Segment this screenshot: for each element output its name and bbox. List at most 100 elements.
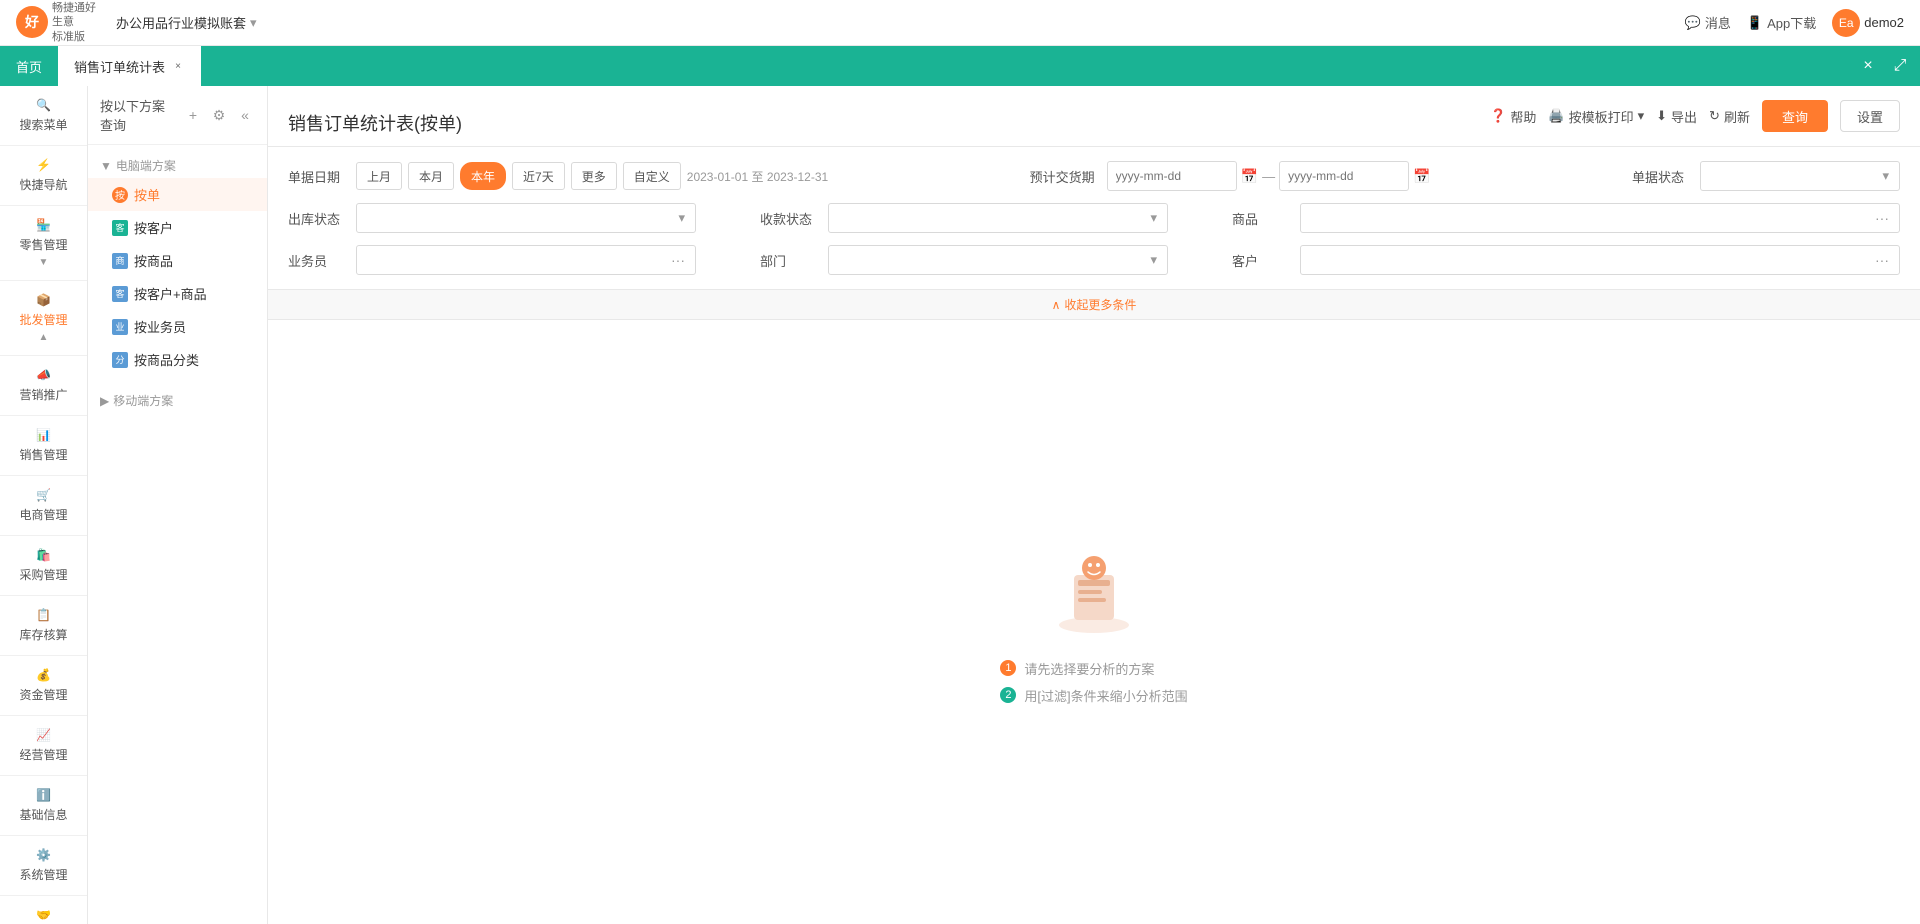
date-separator: — <box>1262 169 1275 184</box>
status-filter-label: 单据状态 <box>1632 167 1688 186</box>
app-download-btn[interactable]: 📱 App下载 <box>1747 13 1816 32</box>
date-btn-this-year[interactable]: 本年 <box>460 162 506 190</box>
customer-select[interactable]: ··· <box>1300 245 1900 275</box>
date-btn-last-month[interactable]: 上月 <box>356 162 402 190</box>
tree-mobile-arrow-icon: ▶ <box>100 394 109 408</box>
tree-section-pc: ▼ 电脑端方案 按 按单 客 按客户 商 按商品 客 按客户+商品 业 按业务员 <box>88 145 267 384</box>
help-icon: ❓ <box>1490 108 1506 124</box>
status-select[interactable]: ▾ <box>1700 161 1900 191</box>
filter-area: 单据日期 上月 本月 本年 近7天 更多 自定义 2023-01-01 至 20… <box>268 147 1920 290</box>
tree-icon-customer-goods: 客 <box>112 286 128 302</box>
salesman-select[interactable]: ··· <box>356 245 696 275</box>
breadcrumb-arrow-icon: ▾ <box>250 15 257 31</box>
sidebar-item-search[interactable]: 🔍 搜索菜单 <box>0 86 87 146</box>
tree-icon-order: 按 <box>112 187 128 203</box>
calendar-from-icon: 📅 <box>1241 168 1258 185</box>
tip-2-num: 2 <box>1000 687 1016 703</box>
ship-select-arrow: ▾ <box>678 210 685 226</box>
sidebar-item-nav[interactable]: ⚡ 快捷导航 <box>0 146 87 206</box>
export-btn[interactable]: ⬇ 导出 <box>1656 107 1697 126</box>
date-btn-custom[interactable]: 自定义 <box>623 162 681 190</box>
message-btn[interactable]: 💬 消息 <box>1685 13 1731 32</box>
date-btn-more[interactable]: 更多 <box>571 162 617 190</box>
panel-add-btn[interactable]: + <box>183 105 203 125</box>
query-button[interactable]: 查询 <box>1762 100 1828 132</box>
goods-label: 商品 <box>1232 209 1288 228</box>
left-panel-actions: + ⚙ « <box>183 105 255 125</box>
breadcrumb-area[interactable]: 办公用品行业模拟账套 ▾ <box>104 13 1685 32</box>
tree-group-mobile-label[interactable]: ▶ 移动端方案 <box>88 388 267 413</box>
goods-select[interactable]: ··· <box>1300 203 1900 233</box>
refresh-btn[interactable]: ↻ 刷新 <box>1709 107 1750 126</box>
tab-close-btn[interactable]: × <box>171 59 185 73</box>
sidebar-item-inventory[interactable]: 📋 库存核算 <box>0 596 87 656</box>
sidebar-item-finance[interactable]: 💰 资金管理 <box>0 656 87 716</box>
expected-date-label: 预计交货期 <box>1030 167 1095 186</box>
tree-item-by-goods-cat[interactable]: 分 按商品分类 <box>88 343 267 376</box>
date-btn-7days[interactable]: 近7天 <box>512 162 565 190</box>
calendar-to-icon: 📅 <box>1413 168 1430 185</box>
logo-text: 畅捷通好生意 标准版 <box>52 1 104 44</box>
panel-collapse-btn[interactable]: « <box>235 105 255 125</box>
sidebar-item-system[interactable]: ⚙️ 系统管理 <box>0 836 87 896</box>
panel-settings-btn[interactable]: ⚙ <box>209 105 229 125</box>
customer-more-btn[interactable]: ··· <box>1875 252 1889 268</box>
sidebar-item-operation[interactable]: 📈 经营管理 <box>0 716 87 776</box>
sidebar-item-sales[interactable]: 📊 销售管理 <box>0 416 87 476</box>
sidebar-item-ecommerce[interactable]: 🛒 电商管理 <box>0 476 87 536</box>
export-icon: ⬇ <box>1656 108 1667 124</box>
retail-icon: 🏪 <box>36 218 51 232</box>
help-btn[interactable]: ❓ 帮助 <box>1490 107 1536 126</box>
tab-close-window-btn[interactable]: × <box>1856 54 1880 78</box>
sidebar-item-basic[interactable]: ℹ️ 基础信息 <box>0 776 87 836</box>
dept-select[interactable]: ▾ <box>828 245 1168 275</box>
enterprise-icon: 🤝 <box>36 908 51 922</box>
user-area[interactable]: Ea demo2 <box>1832 9 1904 37</box>
sidebar-item-marketing[interactable]: 📣 营销推广 <box>0 356 87 416</box>
ship-status-label: 出库状态 <box>288 209 344 228</box>
tab-restore-window-btn[interactable]: ⤢ <box>1888 54 1912 78</box>
tip-1-text: 请先选择要分析的方案 <box>1024 659 1154 678</box>
settings-button[interactable]: 设置 <box>1840 100 1900 132</box>
expected-date-to[interactable] <box>1279 161 1409 191</box>
left-panel-title: 按以下方案查询 <box>100 96 177 134</box>
date-btn-this-month[interactable]: 本月 <box>408 162 454 190</box>
tab-home[interactable]: 首页 <box>0 46 58 86</box>
download-icon: 📱 <box>1747 15 1763 31</box>
sidebar-item-wholesale[interactable]: 📦 批发管理 ▲ <box>0 281 87 356</box>
dept-label: 部门 <box>760 251 816 270</box>
tree-icon-goods-cat: 分 <box>112 352 128 368</box>
tree-item-by-customer[interactable]: 客 按客户 <box>88 211 267 244</box>
operation-icon: 📈 <box>36 728 51 742</box>
expected-date-from[interactable] <box>1107 161 1237 191</box>
page-actions: ❓ 帮助 🖨️ 按模板打印 ▾ ⬇ 导出 ↻ 刷新 查询 设置 <box>1490 100 1900 146</box>
sidebar-item-retail[interactable]: 🏪 零售管理 ▼ <box>0 206 87 281</box>
collapse-bar-text: ∧ 收起更多条件 <box>1052 296 1137 313</box>
tree-item-by-salesman[interactable]: 业 按业务员 <box>88 310 267 343</box>
sidebar-item-enterprise[interactable]: 🤝 企业协同 <box>0 896 87 924</box>
ship-status-select[interactable]: ▾ <box>356 203 696 233</box>
salesman-more-btn[interactable]: ··· <box>671 252 685 268</box>
tree-item-by-order[interactable]: 按 按单 <box>88 178 267 211</box>
tip-1-num: 1 <box>1000 660 1016 676</box>
tab-sales-order[interactable]: 销售订单统计表 × <box>58 46 201 86</box>
receive-status-select[interactable]: ▾ <box>828 203 1168 233</box>
sidebar-item-purchase[interactable]: 🛍️ 采购管理 <box>0 536 87 596</box>
refresh-icon: ↻ <box>1709 108 1720 124</box>
template-print-btn[interactable]: 🖨️ 按模板打印 ▾ <box>1548 107 1644 126</box>
marketing-icon: 📣 <box>36 368 51 382</box>
left-panel: 按以下方案查询 + ⚙ « ▼ 电脑端方案 按 按单 客 按客户 商 按商品 <box>88 86 268 924</box>
user-name: demo2 <box>1864 15 1904 30</box>
inventory-icon: 📋 <box>36 608 51 622</box>
tree-item-by-customer-goods[interactable]: 客 按客户+商品 <box>88 277 267 310</box>
goods-more-btn[interactable]: ··· <box>1875 210 1889 226</box>
filter-row-2: 出库状态 ▾ 收款状态 ▾ 商品 ··· <box>288 203 1900 233</box>
tree-item-by-goods[interactable]: 商 按商品 <box>88 244 267 277</box>
expected-date-input-group: 📅 — 📅 <box>1107 161 1431 191</box>
message-icon: 💬 <box>1685 15 1701 31</box>
sidebar: 🔍 搜索菜单 ⚡ 快捷导航 🏪 零售管理 ▼ 📦 批发管理 ▲ 📣 营销推广 📊… <box>0 86 88 924</box>
date-range-text: 2023-01-01 至 2023-12-31 <box>687 168 828 185</box>
content-area: 销售订单统计表(按单) ❓ 帮助 🖨️ 按模板打印 ▾ ⬇ 导出 ↻ 刷新 <box>268 86 1920 924</box>
collapse-bar[interactable]: ∧ 收起更多条件 <box>268 290 1920 320</box>
receive-select-arrow: ▾ <box>1150 210 1157 226</box>
